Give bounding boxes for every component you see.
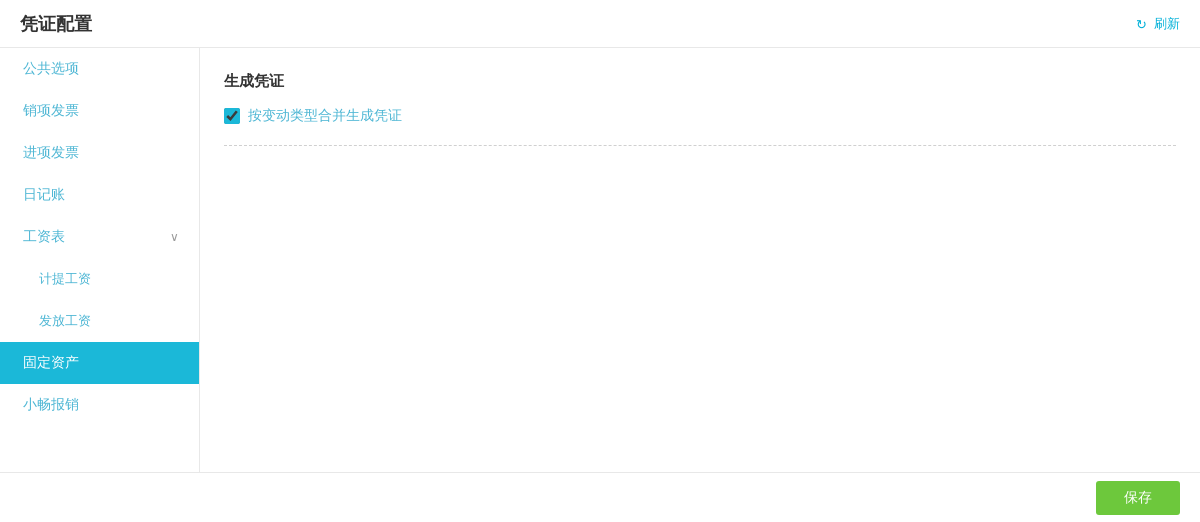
sidebar-item-fixed-assets[interactable]: 固定资产 [0, 342, 199, 384]
sidebar-item-purchase-invoice[interactable]: 进项发票 [0, 132, 199, 174]
section-divider [224, 145, 1176, 146]
page-footer: 保存 [0, 472, 1200, 522]
sidebar-item-label: 进项发票 [23, 144, 79, 162]
sidebar-item-label: 小畅报销 [23, 396, 79, 414]
sidebar-item-label: 工资表 [23, 228, 65, 246]
sidebar-item-label: 固定资产 [23, 354, 79, 372]
refresh-label: 刷新 [1154, 15, 1180, 33]
sidebar-item-payroll-calc[interactable]: 计提工资 [0, 258, 199, 300]
chevron-down-icon: ∨ [170, 230, 179, 244]
save-button[interactable]: 保存 [1096, 481, 1180, 515]
sidebar-item-sales-invoice[interactable]: 销项发票 [0, 90, 199, 132]
checkbox-row: 按变动类型合并生成凭证 [224, 107, 1176, 125]
section-title: 生成凭证 [224, 72, 1176, 91]
sidebar-item-label: 销项发票 [23, 102, 79, 120]
page-header: 凭证配置 ↻ 刷新 [0, 0, 1200, 48]
main-content: 生成凭证 按变动类型合并生成凭证 [200, 48, 1200, 472]
sidebar-item-label: 发放工资 [39, 312, 91, 330]
page-title: 凭证配置 [20, 12, 92, 36]
refresh-icon: ↻ [1136, 17, 1150, 31]
merge-checkbox-label[interactable]: 按变动类型合并生成凭证 [248, 107, 402, 125]
sidebar-item-payroll-pay[interactable]: 发放工资 [0, 300, 199, 342]
sidebar-item-payroll[interactable]: 工资表 ∨ [0, 216, 199, 258]
refresh-button[interactable]: ↻ 刷新 [1136, 15, 1180, 33]
page-wrapper: 凭证配置 ↻ 刷新 公共选项销项发票进项发票日记账工资表 ∨ 计提工资发放工资固定资… [0, 0, 1200, 522]
sidebar-item-journal[interactable]: 日记账 [0, 174, 199, 216]
sidebar-item-label: 公共选项 [23, 60, 79, 78]
sidebar-item-label: 日记账 [23, 186, 65, 204]
sidebar-item-public[interactable]: 公共选项 [0, 48, 199, 90]
sidebar: 公共选项销项发票进项发票日记账工资表 ∨ 计提工资发放工资固定资产小畅报销 [0, 48, 200, 472]
merge-checkbox[interactable] [224, 108, 240, 124]
page-body: 公共选项销项发票进项发票日记账工资表 ∨ 计提工资发放工资固定资产小畅报销 生成凭证… [0, 48, 1200, 472]
sidebar-item-label: 计提工资 [39, 270, 91, 288]
sidebar-item-expense[interactable]: 小畅报销 [0, 384, 199, 426]
